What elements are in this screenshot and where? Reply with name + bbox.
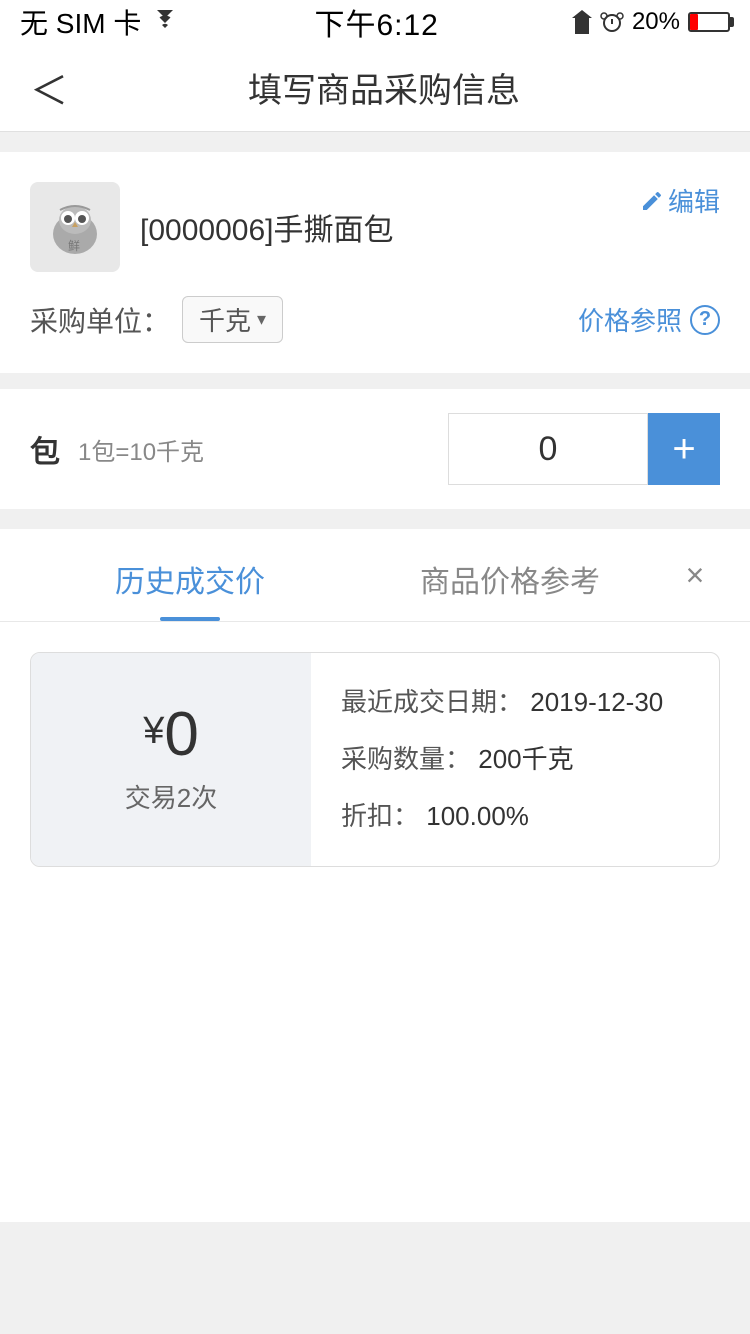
product-section: 鲜 [0000006]手撕面包 编辑 采购单位： 千克 ▾ 价格参照 ? [0, 152, 750, 373]
quantity-controls: 0 + [448, 413, 720, 485]
price-card-right: 最近成交日期： 2019-12-30 采购数量： 200千克 折扣： 100.0… [311, 653, 719, 866]
carrier-text: 无 SIM 卡 [20, 2, 141, 42]
product-name-container: [0000006]手撕面包 [140, 205, 393, 249]
purchase-qty-row: 采购数量： 200千克 [341, 740, 689, 779]
currency-symbol: ¥ [143, 712, 164, 750]
price-card-container: ¥0 交易2次 最近成交日期： 2019-12-30 采购数量： 200千克 折… [0, 622, 750, 897]
product-header: 鲜 [0000006]手撕面包 编辑 [30, 182, 720, 272]
recent-date-row: 最近成交日期： 2019-12-30 [341, 683, 689, 722]
product-full-name: [0000006]手撕面包 [140, 205, 393, 249]
recent-date-label: 最近成交日期： [341, 687, 523, 717]
quantity-section: 包 1包=10千克 0 + [0, 389, 750, 509]
price-card: ¥0 交易2次 最近成交日期： 2019-12-30 采购数量： 200千克 折… [30, 652, 720, 867]
back-button[interactable]: ＜ [30, 60, 88, 115]
edit-button[interactable]: 编辑 [640, 182, 720, 219]
recent-date-value: 2019-12-30 [530, 687, 663, 717]
trade-count: 交易2次 [125, 778, 217, 815]
purchase-unit-label: 采购单位： [30, 300, 170, 340]
quantity-input[interactable]: 0 [448, 413, 648, 485]
page-title: 填写商品采购信息 [88, 63, 680, 112]
quantity-plus-button[interactable]: + [648, 413, 720, 485]
tab-content-area: ¥0 交易2次 最近成交日期： 2019-12-30 采购数量： 200千克 折… [0, 622, 750, 1222]
product-thumbnail: 鲜 [30, 182, 120, 272]
plus-icon: + [672, 427, 695, 472]
purchase-qty-label: 采购数量： [341, 744, 471, 774]
price-ref-label: 价格参照 [578, 301, 682, 338]
price-card-left: ¥0 交易2次 [31, 653, 311, 866]
alarm-icon [600, 10, 624, 34]
close-icon: × [686, 557, 705, 594]
unit-label: 包 1包=10千克 [30, 427, 204, 471]
battery-icon [688, 12, 730, 32]
edit-icon [640, 189, 664, 213]
tab-product-price-ref[interactable]: 商品价格参考 [350, 529, 670, 621]
tab-history-price[interactable]: 历史成交价 [30, 529, 350, 621]
status-bar: 无 SIM 卡 下午6:12 20% [0, 0, 750, 44]
product-left: 鲜 [0000006]手撕面包 [30, 182, 393, 272]
tab-section: 历史成交价 商品价格参考 × ¥0 交易2次 最近成交日期： 2019 [0, 529, 750, 1222]
status-left: 无 SIM 卡 [20, 2, 181, 42]
info-icon: ? [690, 305, 720, 335]
dropdown-arrow-icon: ▾ [257, 309, 266, 330]
price-amount: 0 [164, 700, 198, 769]
purchase-unit: 采购单位： 千克 ▾ [30, 296, 283, 343]
unit-conversion: 1包=10千克 [78, 432, 204, 467]
tab1-label: 历史成交价 [115, 566, 265, 599]
purchase-qty-value: 200千克 [478, 744, 573, 774]
product-meta: 采购单位： 千克 ▾ 价格参照 ? [30, 296, 720, 343]
wifi-icon [149, 10, 181, 34]
status-right: 20% [572, 8, 730, 36]
price-display: ¥0 [143, 704, 199, 766]
unit-value: 千克 [199, 301, 251, 338]
nav-bar: ＜ 填写商品采购信息 [0, 44, 750, 132]
discount-row: 折扣： 100.00% [341, 797, 689, 836]
discount-label: 折扣： [341, 801, 419, 831]
time-display: 下午6:12 [314, 0, 438, 44]
price-reference-link[interactable]: 价格参照 ? [578, 301, 720, 338]
quantity-value: 0 [539, 430, 558, 469]
unit-select-dropdown[interactable]: 千克 ▾ [182, 296, 283, 343]
discount-value: 100.00% [426, 801, 529, 831]
section-divider [0, 373, 750, 389]
tab-close-button[interactable]: × [670, 550, 720, 600]
tab2-label: 商品价格参考 [420, 566, 600, 599]
battery-percent: 20% [632, 8, 680, 36]
product-thumb-icon: 鲜 [40, 192, 110, 262]
edit-label: 编辑 [668, 182, 720, 219]
unit-name: 包 [30, 427, 60, 471]
svg-text:鲜: 鲜 [68, 239, 80, 253]
tab-header: 历史成交价 商品价格参考 × [0, 529, 750, 622]
location-icon [572, 10, 592, 34]
